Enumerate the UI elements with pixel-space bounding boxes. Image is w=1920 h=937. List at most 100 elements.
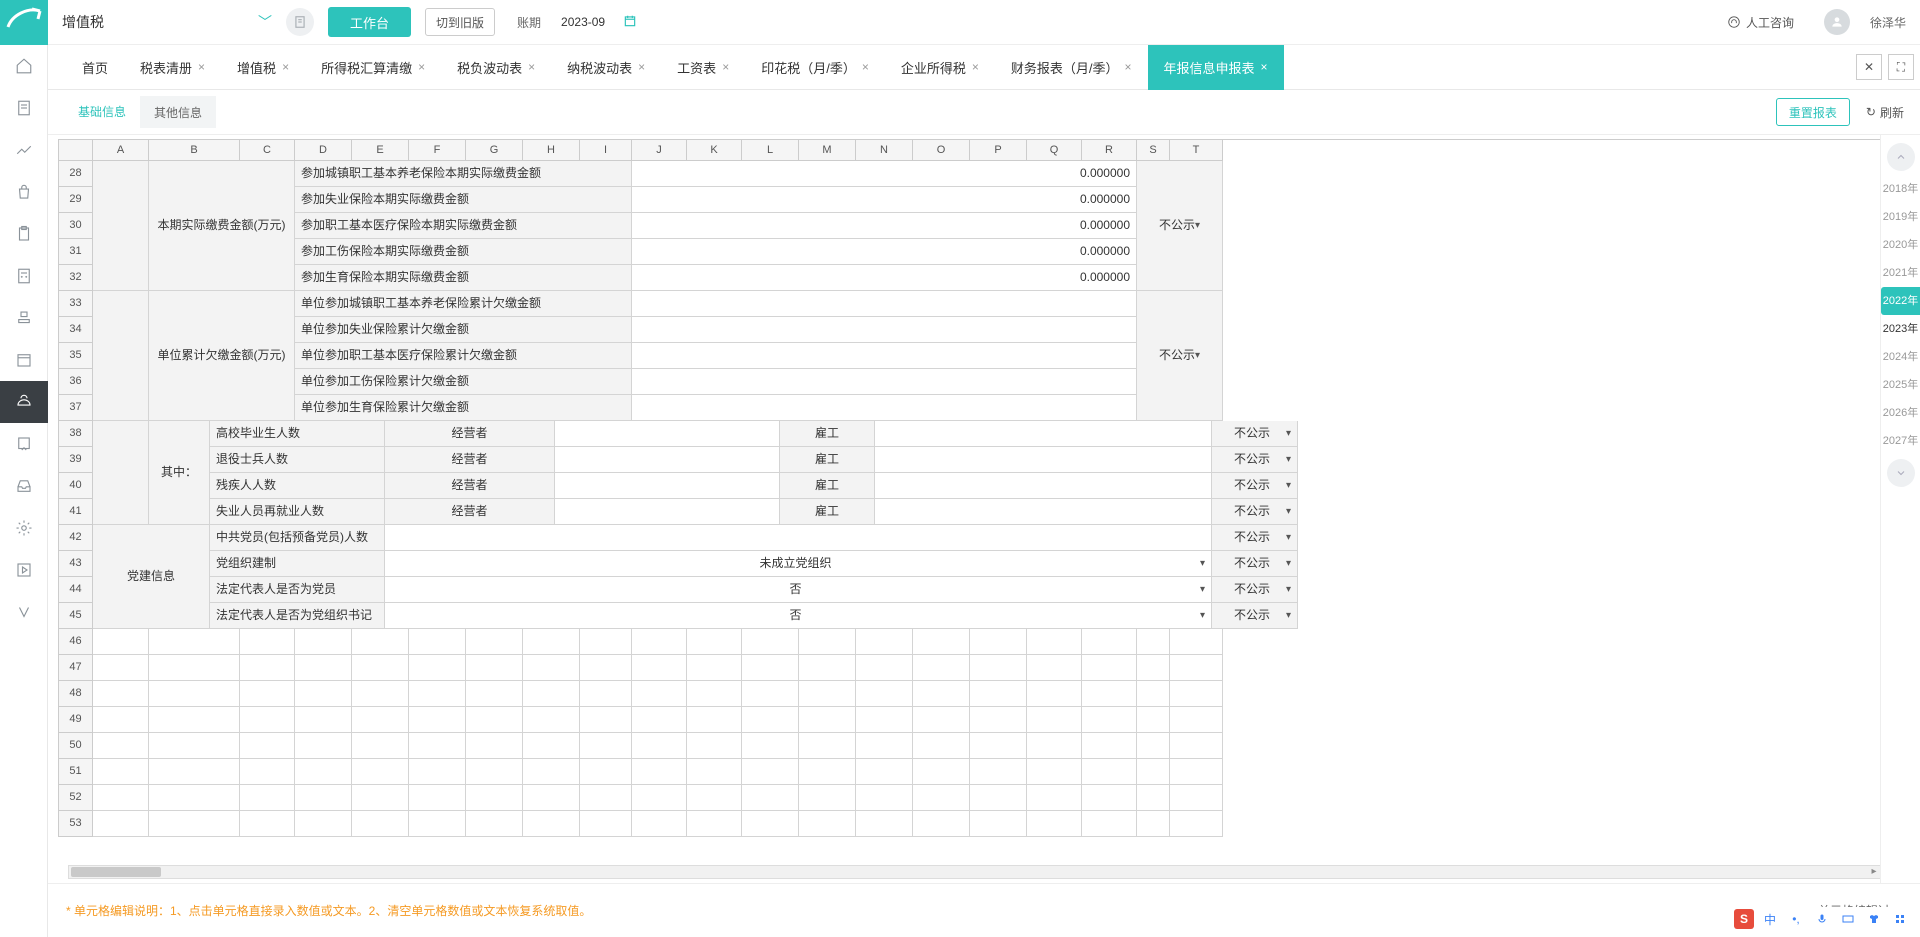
cell[interactable] xyxy=(742,811,799,837)
subtab-basic[interactable]: 基础信息 xyxy=(64,96,140,128)
row-header-42[interactable]: 42 xyxy=(59,525,93,551)
cell[interactable] xyxy=(1170,733,1223,759)
cell[interactable]: 否 xyxy=(385,603,1212,629)
tab-9[interactable]: 财务报表（月/季）× xyxy=(995,45,1148,90)
tab-4[interactable]: 税负波动表× xyxy=(441,45,551,90)
cell[interactable]: 中共党员(包括预备党员)人数 xyxy=(210,525,385,551)
cell[interactable] xyxy=(555,499,780,525)
cell[interactable]: 参加城镇职工基本养老保险本期实际缴费金额 xyxy=(295,161,632,187)
col-header-N[interactable]: N xyxy=(856,140,913,161)
cell[interactable] xyxy=(523,759,580,785)
cell[interactable] xyxy=(632,317,1137,343)
cell[interactable] xyxy=(580,707,632,733)
cell[interactable] xyxy=(632,759,687,785)
col-header-M[interactable]: M xyxy=(799,140,856,161)
row-header-34[interactable]: 34 xyxy=(59,317,93,343)
year-2022年[interactable]: 2022年 xyxy=(1881,287,1920,315)
horizontal-scrollbar[interactable]: ◂ ▸ xyxy=(68,865,1882,879)
cell[interactable] xyxy=(799,629,856,655)
cell[interactable] xyxy=(742,629,799,655)
cell[interactable]: 0.000000 xyxy=(632,239,1137,265)
year-2018年[interactable]: 2018年 xyxy=(1883,175,1918,203)
cell[interactable] xyxy=(1082,707,1137,733)
cell[interactable] xyxy=(580,733,632,759)
cell[interactable]: 不公示 xyxy=(1212,421,1298,447)
cell[interactable] xyxy=(240,785,295,811)
cell[interactable] xyxy=(632,733,687,759)
cell[interactable] xyxy=(742,655,799,681)
cell[interactable] xyxy=(352,759,409,785)
cell[interactable]: 参加职工基本医疗保险本期实际缴费金额 xyxy=(295,213,632,239)
col-header-A[interactable]: A xyxy=(93,140,149,161)
row-header-28[interactable]: 28 xyxy=(59,161,93,187)
cell[interactable] xyxy=(856,681,913,707)
cell[interactable] xyxy=(687,733,742,759)
visibility-select[interactable]: 不公示 xyxy=(1137,161,1223,291)
col-header-C[interactable]: C xyxy=(240,140,295,161)
cell[interactable] xyxy=(149,811,240,837)
cell[interactable] xyxy=(352,681,409,707)
cell[interactable] xyxy=(742,759,799,785)
avatar[interactable] xyxy=(1824,9,1850,35)
cell[interactable] xyxy=(970,681,1027,707)
cell[interactable]: 不公示 xyxy=(1212,577,1298,603)
year-2019年[interactable]: 2019年 xyxy=(1883,203,1918,231)
nav-clipboard-icon[interactable] xyxy=(0,213,48,255)
row-header-29[interactable]: 29 xyxy=(59,187,93,213)
cell[interactable]: 未成立党组织 xyxy=(385,551,1212,577)
nav-calendar-icon[interactable] xyxy=(0,339,48,381)
row-header-51[interactable]: 51 xyxy=(59,759,93,785)
cell[interactable] xyxy=(295,811,352,837)
cell[interactable] xyxy=(875,473,1212,499)
cell[interactable] xyxy=(295,655,352,681)
tab-close-icon[interactable]: × xyxy=(1125,60,1132,74)
cell[interactable] xyxy=(93,707,149,733)
cell[interactable] xyxy=(466,759,523,785)
cell[interactable] xyxy=(1170,811,1223,837)
support-link[interactable]: 人工咨询 xyxy=(1727,14,1794,31)
cell[interactable] xyxy=(555,421,780,447)
row-header-49[interactable]: 49 xyxy=(59,707,93,733)
cell[interactable] xyxy=(742,733,799,759)
cell[interactable] xyxy=(1027,707,1082,733)
row-header-40[interactable]: 40 xyxy=(59,473,93,499)
cell[interactable] xyxy=(385,525,1212,551)
tab-6[interactable]: 工资表× xyxy=(661,45,745,90)
row-header-48[interactable]: 48 xyxy=(59,681,93,707)
ime-tool-icon[interactable] xyxy=(1890,909,1910,929)
cell[interactable] xyxy=(93,681,149,707)
tab-3[interactable]: 所得税汇算清缴× xyxy=(305,45,441,90)
col-header-F[interactable]: F xyxy=(409,140,466,161)
nav-stamp-icon[interactable] xyxy=(0,297,48,339)
cell[interactable]: 单位参加生育保险累计欠缴金额 xyxy=(295,395,632,421)
cell[interactable] xyxy=(1170,785,1223,811)
cell[interactable]: 否 xyxy=(385,577,1212,603)
row-header-46[interactable]: 46 xyxy=(59,629,93,655)
cell[interactable] xyxy=(856,655,913,681)
nav-bag-icon[interactable] xyxy=(0,171,48,213)
col-header-K[interactable]: K xyxy=(687,140,742,161)
cell[interactable]: 雇工 xyxy=(780,421,875,447)
cell[interactable]: 退役士兵人数 xyxy=(210,447,385,473)
cell[interactable]: 不公示 xyxy=(1212,525,1298,551)
scroll-right-icon[interactable]: ▸ xyxy=(1867,866,1881,878)
cell[interactable] xyxy=(93,161,149,291)
cell[interactable] xyxy=(466,785,523,811)
cell[interactable] xyxy=(466,811,523,837)
row-header-47[interactable]: 47 xyxy=(59,655,93,681)
cell[interactable] xyxy=(93,785,149,811)
row-header-38[interactable]: 38 xyxy=(59,421,93,447)
group-label-cell[interactable]: 党建信息 xyxy=(93,525,210,629)
year-2027年[interactable]: 2027年 xyxy=(1883,427,1918,455)
row-header-43[interactable]: 43 xyxy=(59,551,93,577)
subtab-other[interactable]: 其他信息 xyxy=(140,96,216,128)
cell[interactable] xyxy=(1027,811,1082,837)
cell[interactable] xyxy=(687,629,742,655)
cell[interactable] xyxy=(466,655,523,681)
nav-chart-icon[interactable] xyxy=(0,129,48,171)
col-header-J[interactable]: J xyxy=(632,140,687,161)
cell[interactable]: 单位参加失业保险累计欠缴金额 xyxy=(295,317,632,343)
row-header-39[interactable]: 39 xyxy=(59,447,93,473)
cell[interactable] xyxy=(1170,629,1223,655)
cell[interactable] xyxy=(632,655,687,681)
